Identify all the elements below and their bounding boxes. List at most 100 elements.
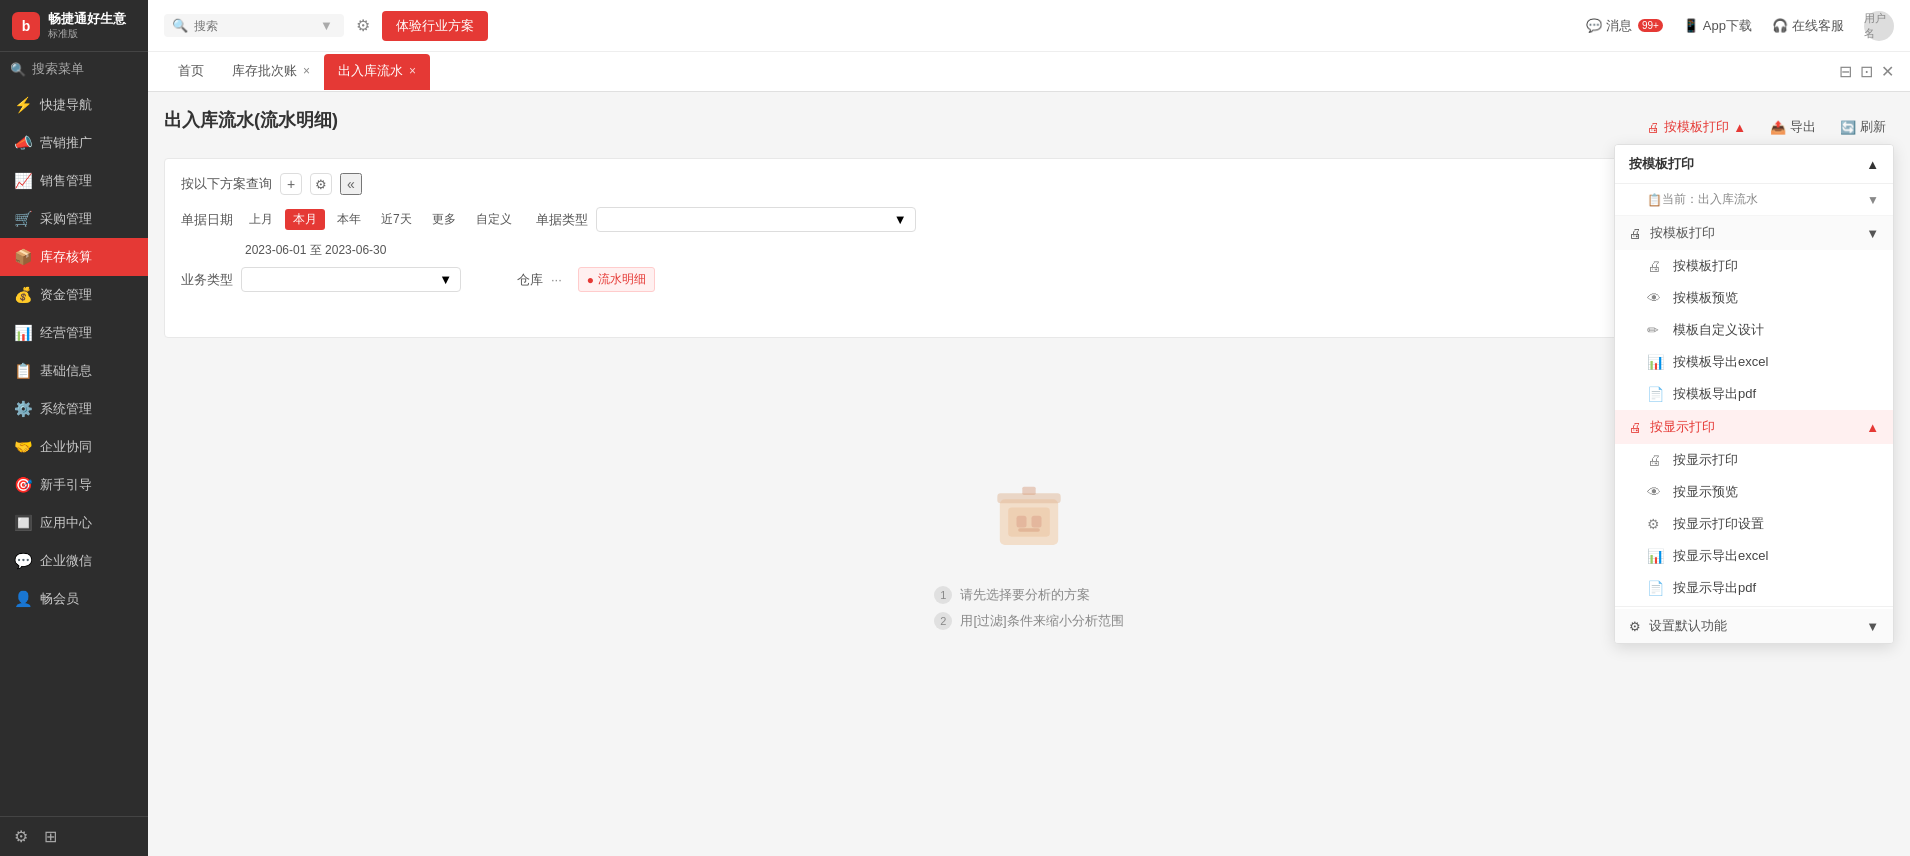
display-section-chevron: ▲ <box>1866 420 1879 435</box>
topbar-right: 💬 消息 99+ 📱 App下载 🎧 在线客服 用户名 <box>1586 11 1894 41</box>
print-chevron-icon: ▲ <box>1733 120 1746 135</box>
tab-expand-icon[interactable]: ⊡ <box>1860 62 1873 81</box>
sidebar-item-quicknav[interactable]: ⚡ 快捷导航 <box>0 86 148 124</box>
display-print-label: 按显示打印 <box>1673 451 1738 469</box>
date-tab-custom[interactable]: 自定义 <box>468 209 520 230</box>
tab-flow[interactable]: 出入库流水 × <box>324 54 430 90</box>
sidebar-item-inventory[interactable]: 📦 库存核算 <box>0 238 148 276</box>
dropdown-item-display-excel[interactable]: 📊 按显示导出excel <box>1615 540 1893 572</box>
doctype-select[interactable]: ▼ <box>596 207 916 232</box>
doctype-field-label: 单据类型 <box>536 211 588 229</box>
messages-label: 消息 <box>1606 17 1632 35</box>
dropdown-item-display-settings[interactable]: ⚙ 按显示打印设置 <box>1615 508 1893 540</box>
messages-badge: 99+ <box>1638 19 1663 32</box>
business-type-label: 业务类型 <box>181 271 233 289</box>
sidebar-item-label: 销售管理 <box>40 172 92 190</box>
sidebar-item-label: 应用中心 <box>40 514 92 532</box>
filter-label: 按以下方案查询 <box>181 175 272 193</box>
settings-bottom-icon[interactable]: ⚙ <box>14 827 28 846</box>
default-settings-row[interactable]: ⚙ 设置默认功能 ▼ <box>1615 609 1893 643</box>
tab-batch[interactable]: 库存批次账 × <box>218 54 324 90</box>
date-tab-this-month[interactable]: 本月 <box>285 209 325 230</box>
svg-rect-2 <box>1017 516 1027 528</box>
dropdown-item-template-pdf[interactable]: 📄 按模板导出pdf <box>1615 378 1893 410</box>
collapse-sidebar-icon[interactable]: ⊞ <box>44 827 57 846</box>
dropdown-item-template-print[interactable]: 🖨 按模板打印 <box>1615 250 1893 282</box>
topbar-search-input[interactable] <box>194 19 314 33</box>
warehouse-group: 仓库 ··· <box>517 271 562 289</box>
sidebar-item-purchase[interactable]: 🛒 采购管理 <box>0 200 148 238</box>
filter-collapse-btn[interactable]: « <box>340 173 362 195</box>
tab-close-all-icon[interactable]: ✕ <box>1881 62 1894 81</box>
step-2-text: 用[过滤]条件来缩小分析范围 <box>960 612 1123 630</box>
date-tab-this-year[interactable]: 本年 <box>329 209 369 230</box>
filter-settings-btn[interactable]: ⚙ <box>310 173 332 195</box>
refresh-btn[interactable]: 🔄 刷新 <box>1832 114 1894 140</box>
dropdown-item-display-preview[interactable]: 👁 按显示预览 <box>1615 476 1893 508</box>
customer-service-label: 在线客服 <box>1792 17 1844 35</box>
warehouse-more-btn[interactable]: ··· <box>551 272 562 287</box>
collab-icon: 🤝 <box>14 438 32 456</box>
sidebar-item-wechat[interactable]: 💬 企业微信 <box>0 542 148 580</box>
sidebar-item-collab[interactable]: 🤝 企业协同 <box>0 428 148 466</box>
display-section-header[interactable]: 🖨 按显示打印 ▲ <box>1615 410 1893 444</box>
avatar[interactable]: 用户名 <box>1864 11 1894 41</box>
messages-btn[interactable]: 💬 消息 99+ <box>1586 17 1663 35</box>
filter-add-btn[interactable]: + <box>280 173 302 195</box>
print-icon: 🖨 <box>1647 120 1660 135</box>
tab-batch-close[interactable]: × <box>303 64 310 78</box>
export-icon: 📤 <box>1770 120 1786 135</box>
date-filter-group: 单据日期 上月 本月 本年 近7天 更多 自定义 <box>181 209 520 230</box>
sidebar-bottom: ⚙ ⊞ <box>0 816 148 856</box>
search-label: 搜索菜单 <box>32 60 84 78</box>
print-dropdown-header: 按模板打印 ▲ <box>1615 145 1893 184</box>
refresh-label: 刷新 <box>1860 118 1886 136</box>
template-section-header[interactable]: 🖨 按模板打印 ▼ <box>1615 216 1893 250</box>
empty-step-1: 1 请先选择要分析的方案 <box>934 586 1123 604</box>
sidebar-item-sales[interactable]: 📈 销售管理 <box>0 162 148 200</box>
sidebar-item-finance[interactable]: 💰 资金管理 <box>0 276 148 314</box>
template-excel-label: 按模板导出excel <box>1673 353 1768 371</box>
print-btn[interactable]: 🖨 按模板打印 ▲ <box>1639 114 1754 140</box>
tab-home[interactable]: 首页 <box>164 54 218 90</box>
industry-btn[interactable]: 体验行业方案 <box>382 11 488 41</box>
print-label: 按模板打印 <box>1664 118 1729 136</box>
dropdown-item-display-pdf[interactable]: 📄 按显示导出pdf <box>1615 572 1893 604</box>
sidebar-item-basic[interactable]: 📋 基础信息 <box>0 352 148 390</box>
logo-area: b 畅捷通好生意 标准版 <box>0 0 148 52</box>
business-type-select[interactable]: ▼ <box>241 267 461 292</box>
dropdown-item-display-print[interactable]: 🖨 按显示打印 <box>1615 444 1893 476</box>
sidebar-item-operations[interactable]: 📊 经营管理 <box>0 314 148 352</box>
sidebar-search[interactable]: 🔍 搜索菜单 <box>0 52 148 86</box>
app-download-icon: 📱 <box>1683 18 1699 33</box>
date-tab-more[interactable]: 更多 <box>424 209 464 230</box>
current-label-icon: 📋 <box>1647 193 1662 207</box>
sidebar-item-marketing[interactable]: 📣 营销推广 <box>0 124 148 162</box>
date-tab-7days[interactable]: 近7天 <box>373 209 420 230</box>
display-excel-label: 按显示导出excel <box>1673 547 1768 565</box>
sidebar-item-member[interactable]: 👤 畅会员 <box>0 580 148 618</box>
tab-flow-close[interactable]: × <box>409 64 416 78</box>
sidebar-item-appstore[interactable]: 🔲 应用中心 <box>0 504 148 542</box>
filter-detail-tag[interactable]: ● 流水明细 <box>578 267 655 292</box>
print-dropdown-chevron-icon: ▲ <box>1866 157 1879 172</box>
step-1-num: 1 <box>934 586 952 604</box>
export-label: 导出 <box>1790 118 1816 136</box>
template-design-label: 模板自定义设计 <box>1673 321 1764 339</box>
empty-steps: 1 请先选择要分析的方案 2 用[过滤]条件来缩小分析范围 <box>934 586 1123 638</box>
filter-tag-icon: ● <box>587 273 594 287</box>
topbar-search-wrap[interactable]: 🔍 ▼ <box>164 14 344 37</box>
tab-batch-label: 库存批次账 <box>232 62 297 80</box>
dropdown-item-template-excel[interactable]: 📊 按模板导出excel <box>1615 346 1893 378</box>
dropdown-item-template-preview[interactable]: 👁 按模板预览 <box>1615 282 1893 314</box>
customer-service-btn[interactable]: 🎧 在线客服 <box>1772 17 1844 35</box>
tab-minimize-icon[interactable]: ⊟ <box>1839 62 1852 81</box>
sidebar-item-system[interactable]: ⚙️ 系统管理 <box>0 390 148 428</box>
refresh-icon: 🔄 <box>1840 120 1856 135</box>
topbar-gear-icon[interactable]: ⚙ <box>356 16 370 35</box>
dropdown-item-template-design[interactable]: ✏ 模板自定义设计 <box>1615 314 1893 346</box>
export-btn[interactable]: 📤 导出 <box>1762 114 1824 140</box>
app-download-btn[interactable]: 📱 App下载 <box>1683 17 1752 35</box>
date-tab-last-month[interactable]: 上月 <box>241 209 281 230</box>
sidebar-item-guide[interactable]: 🎯 新手引导 <box>0 466 148 504</box>
